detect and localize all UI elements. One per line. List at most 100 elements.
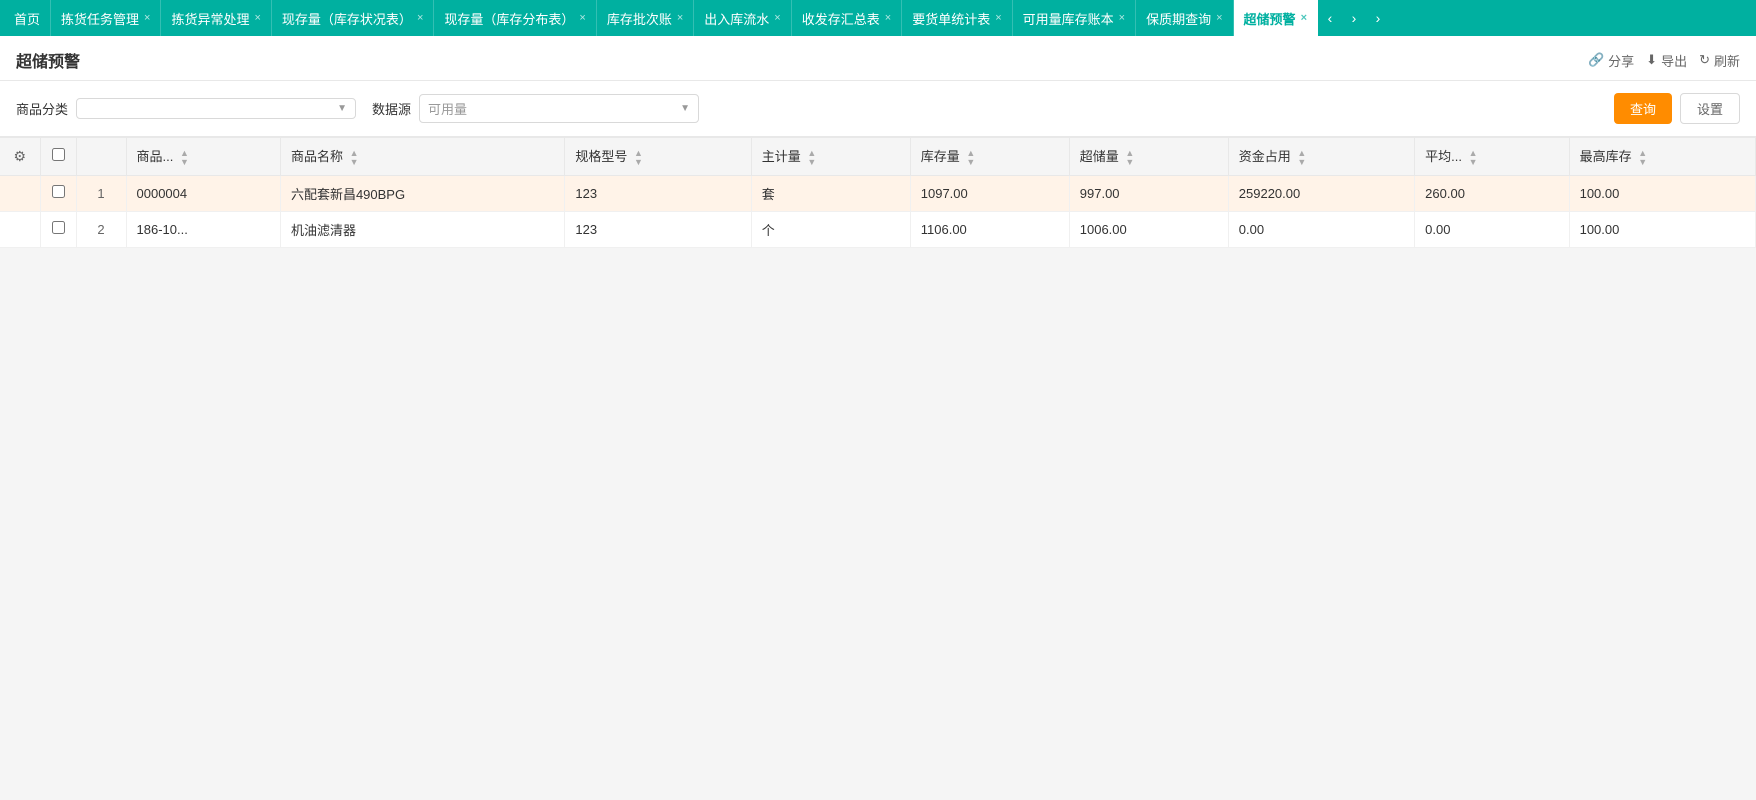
- col-sku-name[interactable]: 商品名称 ▲▼: [280, 138, 564, 176]
- header-actions: 🔗 分享 ⬇ 导出 ↻ 刷新: [1588, 51, 1740, 70]
- row-capital: 0.00: [1228, 211, 1414, 247]
- row-sku-code: 186-10...: [126, 211, 280, 247]
- row-max-stock: 100.00: [1569, 175, 1755, 211]
- close-icon[interactable]: ×: [774, 12, 780, 24]
- nav-next-button[interactable]: ›: [1342, 0, 1366, 36]
- col-index: [76, 138, 126, 176]
- sort-icon: ▲▼: [1638, 149, 1647, 167]
- top-nav: 首页 拣货任务管理 × 拣货异常处理 × 现存量（库存状况表） × 现存量（库存…: [0, 0, 1756, 36]
- table-row: 1 0000004 六配套新昌490BPG 123 套 1097.00 997.…: [0, 175, 1756, 211]
- sort-icon: ▲▼: [350, 149, 359, 167]
- row-checkbox[interactable]: [40, 175, 76, 211]
- sort-icon: ▲▼: [180, 149, 189, 167]
- row-max-stock: 100.00: [1569, 211, 1755, 247]
- share-icon: 🔗: [1588, 52, 1604, 68]
- nav-more-button[interactable]: ›: [1366, 0, 1390, 36]
- sort-icon: ▲▼: [966, 149, 975, 167]
- row-avg: 0.00: [1415, 211, 1569, 247]
- datasource-label: 数据源: [372, 99, 411, 118]
- close-icon[interactable]: ×: [417, 12, 423, 24]
- row-index: 2: [76, 211, 126, 247]
- row-sku-name: 六配套新昌490BPG: [280, 175, 564, 211]
- col-settings: ⚙: [0, 138, 40, 176]
- close-icon[interactable]: ×: [1216, 12, 1222, 24]
- sort-icon: ▲▼: [1469, 149, 1478, 167]
- col-unit[interactable]: 主计量 ▲▼: [751, 138, 910, 176]
- row-sku-name: 机油滤清器: [280, 211, 564, 247]
- chevron-down-icon: ▼: [337, 103, 347, 114]
- nav-tab-jc-abnormal[interactable]: 拣货异常处理 ×: [161, 0, 271, 36]
- category-filter-group: 商品分类 ▼: [16, 98, 356, 119]
- close-icon[interactable]: ×: [995, 12, 1001, 24]
- nav-tab-quality-check[interactable]: 保质期查询 ×: [1136, 0, 1233, 36]
- row-select-checkbox[interactable]: [52, 221, 65, 234]
- close-icon[interactable]: ×: [885, 12, 891, 24]
- row-capital: 259220.00: [1228, 175, 1414, 211]
- row-settings: [0, 211, 40, 247]
- col-max-stock[interactable]: 最高库存 ▲▼: [1569, 138, 1755, 176]
- col-inventory[interactable]: 库存量 ▲▼: [910, 138, 1069, 176]
- nav-tab-overstock-alert[interactable]: 超储预警 ×: [1234, 0, 1318, 36]
- row-select-checkbox[interactable]: [52, 185, 65, 198]
- close-icon[interactable]: ×: [254, 12, 260, 24]
- sort-icon: ▲▼: [807, 149, 816, 167]
- filter-buttons: 查询 设置: [1614, 93, 1740, 124]
- nav-tab-order-stats[interactable]: 要货单统计表 ×: [902, 0, 1012, 36]
- export-icon: ⬇: [1646, 52, 1657, 68]
- chevron-down-icon: ▼: [680, 103, 690, 114]
- export-button[interactable]: ⬇ 导出: [1646, 51, 1687, 70]
- sort-icon: ▲▼: [634, 149, 643, 167]
- row-spec: 123: [565, 211, 751, 247]
- row-over-stock: 997.00: [1069, 175, 1228, 211]
- nav-prev-button[interactable]: ‹: [1318, 0, 1342, 36]
- row-settings: [0, 175, 40, 211]
- category-label: 商品分类: [16, 99, 68, 118]
- nav-tab-inventory-status[interactable]: 现存量（库存状况表） ×: [272, 0, 434, 36]
- category-select[interactable]: ▼: [76, 98, 356, 119]
- col-avg[interactable]: 平均... ▲▼: [1415, 138, 1569, 176]
- close-icon[interactable]: ×: [579, 12, 585, 24]
- row-sku-code: 0000004: [126, 175, 280, 211]
- nav-tab-receipt-summary[interactable]: 收发存汇总表 ×: [792, 0, 902, 36]
- nav-tab-inventory-dist[interactable]: 现存量（库存分布表） ×: [434, 0, 596, 36]
- refresh-icon: ↻: [1699, 52, 1710, 68]
- col-capital[interactable]: 资金占用 ▲▼: [1228, 138, 1414, 176]
- close-icon[interactable]: ×: [1119, 12, 1125, 24]
- datasource-select[interactable]: 可用量 ▼: [419, 94, 699, 123]
- row-index: 1: [76, 175, 126, 211]
- row-unit: 个: [751, 211, 910, 247]
- refresh-button[interactable]: ↻ 刷新: [1699, 51, 1740, 70]
- datasource-select-value: 可用量: [428, 99, 467, 118]
- gear-icon[interactable]: ⚙: [13, 148, 26, 164]
- row-unit: 套: [751, 175, 910, 211]
- settings-button[interactable]: 设置: [1680, 93, 1740, 124]
- table-header-row: ⚙ 商品... ▲▼ 商品名称 ▲▼ 规格型号 ▲▼: [0, 138, 1756, 176]
- nav-tab-home[interactable]: 首页: [4, 0, 51, 36]
- nav-tab-avail-account[interactable]: 可用量库存账本 ×: [1013, 0, 1136, 36]
- row-checkbox[interactable]: [40, 211, 76, 247]
- nav-tab-jc-task[interactable]: 拣货任务管理 ×: [51, 0, 161, 36]
- nav-tab-in-out-flow[interactable]: 出入库流水 ×: [694, 0, 791, 36]
- row-over-stock: 1006.00: [1069, 211, 1228, 247]
- row-spec: 123: [565, 175, 751, 211]
- col-over-stock[interactable]: 超储量 ▲▼: [1069, 138, 1228, 176]
- page-header: 超储预警 🔗 分享 ⬇ 导出 ↻ 刷新: [0, 36, 1756, 81]
- table-container: ⚙ 商品... ▲▼ 商品名称 ▲▼ 规格型号 ▲▼: [0, 137, 1756, 248]
- sort-icon: ▲▼: [1125, 149, 1134, 167]
- close-icon[interactable]: ×: [677, 12, 683, 24]
- share-button[interactable]: 🔗 分享: [1588, 51, 1634, 70]
- page-title: 超储预警: [16, 48, 80, 72]
- nav-tab-batch-account[interactable]: 库存批次账 ×: [597, 0, 694, 36]
- col-sku-code[interactable]: 商品... ▲▼: [126, 138, 280, 176]
- sort-icon: ▲▼: [1297, 149, 1306, 167]
- col-spec[interactable]: 规格型号 ▲▼: [565, 138, 751, 176]
- query-button[interactable]: 查询: [1614, 93, 1672, 124]
- datasource-filter-group: 数据源 可用量 ▼: [372, 94, 699, 123]
- table-row: 2 186-10... 机油滤清器 123 个 1106.00 1006.00 …: [0, 211, 1756, 247]
- row-avg: 260.00: [1415, 175, 1569, 211]
- row-inventory: 1106.00: [910, 211, 1069, 247]
- col-checkbox: [40, 138, 76, 176]
- close-icon[interactable]: ×: [144, 12, 150, 24]
- select-all-checkbox[interactable]: [52, 148, 65, 161]
- close-icon[interactable]: ×: [1301, 12, 1307, 24]
